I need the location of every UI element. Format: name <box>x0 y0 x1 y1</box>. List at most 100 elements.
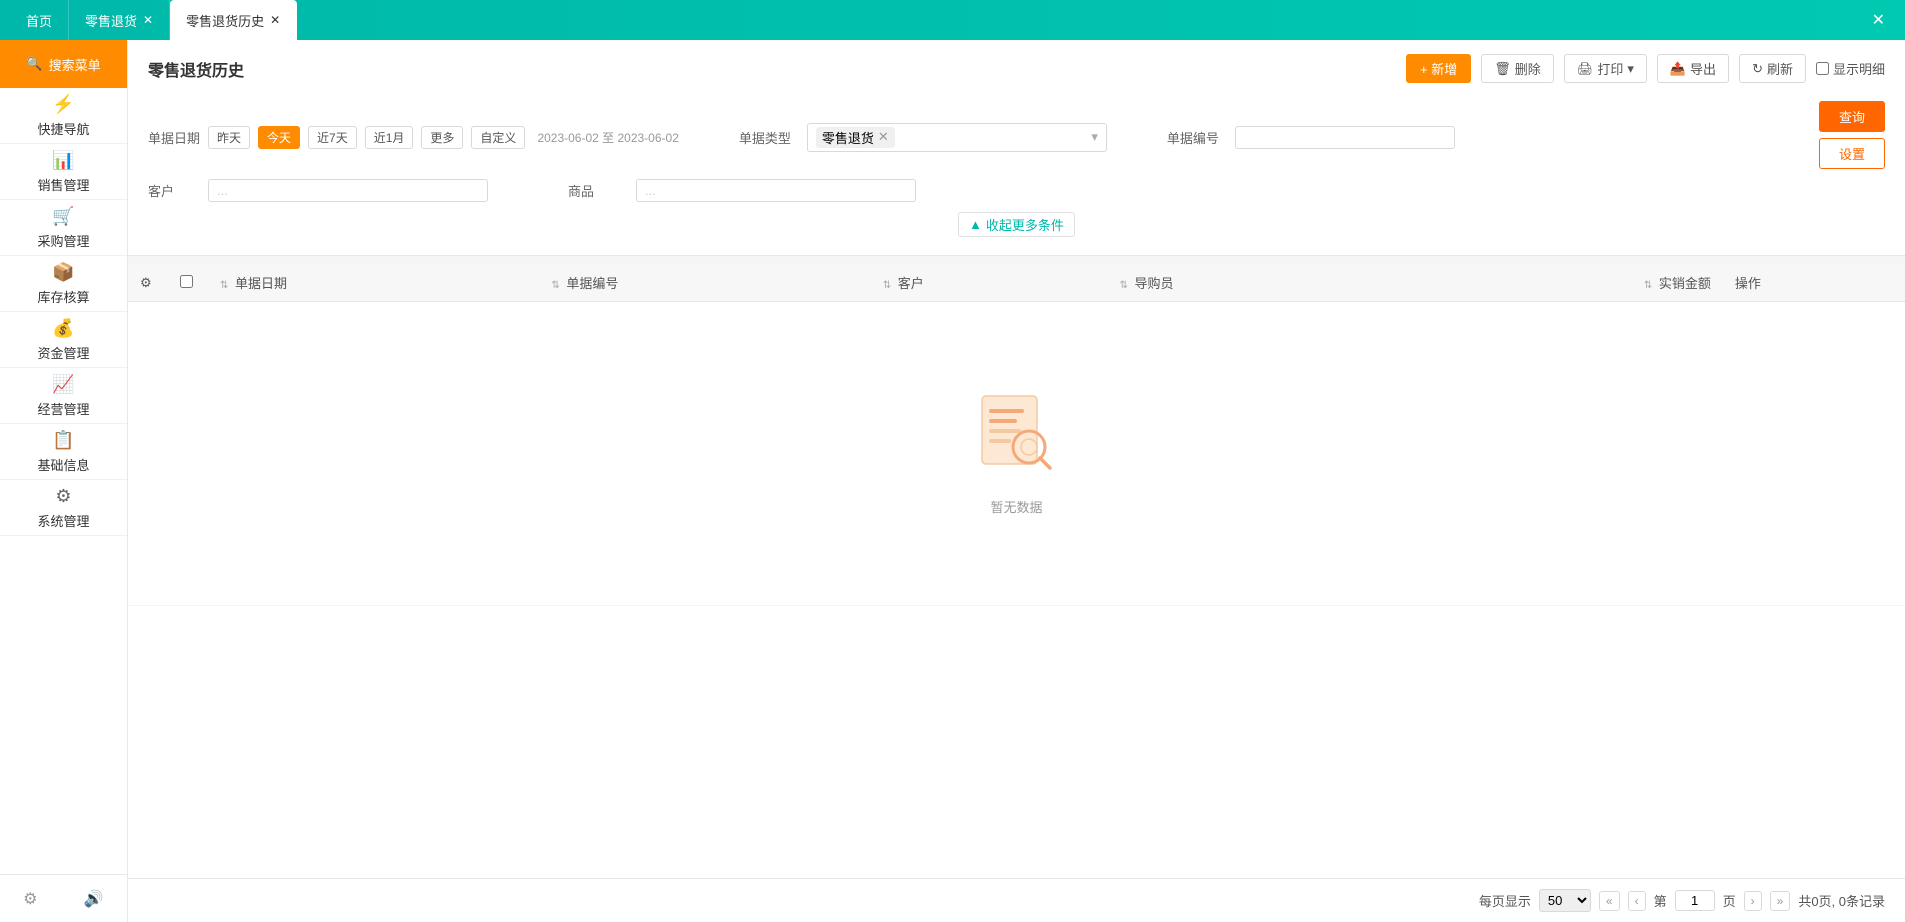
sidebar-search-label: 搜索菜单 <box>49 55 101 74</box>
page-size-select[interactable]: 50 10 20 100 <box>1539 889 1591 912</box>
th-guide-label: 导购员 <box>1134 276 1173 291</box>
sidebar-settings-icon[interactable]: ⚙ <box>23 889 37 909</box>
tab-retail-return-history-label: 零售退货历史 <box>186 11 264 30</box>
th-customer-sort-icon[interactable]: ⇅ <box>883 280 891 291</box>
bill-type-section: 单据类型 零售退货 ✕ ▾ <box>739 123 1107 152</box>
bill-type-chevron: ▾ <box>1091 129 1098 145</box>
page-unit: 页 <box>1723 891 1736 910</box>
tab-home[interactable]: 首页 <box>10 0 69 40</box>
bill-type-tag: 零售退货 ✕ <box>816 127 895 148</box>
th-guide-sort-icon[interactable]: ⇅ <box>1119 280 1127 291</box>
sidebar-item-system[interactable]: ⚙ 系统管理 <box>0 480 127 536</box>
show-detail-label: 显示明细 <box>1833 59 1885 78</box>
bill-type-label: 单据类型 <box>739 128 799 147</box>
customer-filter-label: 客户 <box>148 181 208 200</box>
tab-home-label: 首页 <box>26 11 52 30</box>
sidebar-item-inventory[interactable]: 📦 库存核算 <box>0 256 127 312</box>
tab-retail-return[interactable]: 零售退货 ✕ <box>69 0 170 40</box>
table-body: 暂无数据 <box>128 302 1905 606</box>
first-page-button[interactable]: « <box>1599 891 1620 911</box>
sidebar-item-finance[interactable]: 💰 资金管理 <box>0 312 127 368</box>
query-button[interactable]: 查询 <box>1819 101 1885 132</box>
th-number-label: 单据编号 <box>566 276 618 291</box>
top-bar: 首页 零售退货 ✕ 零售退货历史 ✕ ✕ <box>0 0 1905 40</box>
sidebar-item-finance-label: 资金管理 <box>37 343 89 362</box>
show-detail-checkbox[interactable] <box>1816 62 1829 75</box>
bill-type-select[interactable]: 零售退货 ✕ ▾ <box>807 123 1107 152</box>
th-date-sort-icon[interactable]: ⇅ <box>220 280 228 291</box>
tab-retail-return-close[interactable]: ✕ <box>143 13 153 27</box>
print-chevron: ▾ <box>1627 61 1634 77</box>
delete-label: 删除 <box>1515 59 1541 78</box>
sidebar-item-purchase-label: 采购管理 <box>37 231 89 250</box>
filter-area: 单据日期 昨天 今天 近7天 近1月 更多 自定义 2023-06-02 至 2… <box>148 95 1885 255</box>
th-amount-label: 实销金额 <box>1659 276 1711 291</box>
operation-icon: 📈 <box>52 374 74 395</box>
main-layout: 🔍 搜索菜单 ⚡ 快捷导航 📊 销售管理 🛒 采购管理 📦 库存核算 💰 资金管… <box>0 40 1905 922</box>
th-check[interactable] <box>168 264 208 302</box>
print-button[interactable]: 🖨 打印 ▾ <box>1564 54 1647 83</box>
quick-nav-icon: ⚡ <box>52 94 74 115</box>
tab-retail-return-history-close[interactable]: ✕ <box>270 13 280 27</box>
sidebar-item-inventory-label: 库存核算 <box>37 287 89 306</box>
bill-type-tag-close[interactable]: ✕ <box>878 129 889 145</box>
empty-state-cell: 暂无数据 <box>128 302 1905 606</box>
page-label: 第 <box>1654 891 1667 910</box>
tab-retail-return-history[interactable]: 零售退货历史 ✕ <box>170 0 297 40</box>
sidebar-item-sales-label: 销售管理 <box>37 175 89 194</box>
prev-page-button[interactable]: ‹ <box>1628 891 1646 911</box>
table-header-row: ⚙ ⇅ 单据日期 ⇅ 单据编号 ⇅ 客户 <box>128 264 1905 302</box>
page-number-input[interactable] <box>1675 890 1715 911</box>
pagination-summary: 共0页, 0条记录 <box>1798 891 1885 910</box>
sidebar-item-basic[interactable]: 📋 基础信息 <box>0 424 127 480</box>
sidebar-item-operation[interactable]: 📈 经营管理 <box>0 368 127 424</box>
refresh-icon: ↻ <box>1752 61 1763 77</box>
sidebar-item-sales[interactable]: 📊 销售管理 <box>0 144 127 200</box>
th-customer: ⇅ 客户 <box>871 264 1108 302</box>
sidebar: 🔍 搜索菜单 ⚡ 快捷导航 📊 销售管理 🛒 采购管理 📦 库存核算 💰 资金管… <box>0 40 128 922</box>
inventory-icon: 📦 <box>52 262 74 283</box>
sidebar-search[interactable]: 🔍 搜索菜单 <box>0 40 127 88</box>
date-btn-1month[interactable]: 近1月 <box>365 126 414 149</box>
export-button[interactable]: 📤 导出 <box>1657 54 1729 83</box>
sidebar-item-purchase[interactable]: 🛒 采购管理 <box>0 200 127 256</box>
th-gear[interactable]: ⚙ <box>128 264 168 302</box>
settings-button[interactable]: 设置 <box>1819 138 1885 169</box>
customer-select[interactable]: ... <box>208 179 488 202</box>
delete-button[interactable]: 🗑 删除 <box>1481 54 1554 83</box>
next-page-button[interactable]: › <box>1744 891 1762 911</box>
th-action: 操作 <box>1723 264 1905 302</box>
sidebar-audio-icon[interactable]: 🔊 <box>84 889 104 909</box>
query-settings-col: 查询 设置 <box>1819 101 1885 169</box>
date-btn-custom[interactable]: 自定义 <box>471 126 525 149</box>
date-btn-yesterday[interactable]: 昨天 <box>208 126 250 149</box>
th-number-sort-icon[interactable]: ⇅ <box>551 280 559 291</box>
show-detail-checkbox-label[interactable]: 显示明细 <box>1816 59 1885 78</box>
sidebar-item-quick-nav-label: 快捷导航 <box>37 119 89 138</box>
print-icon: 🖨 <box>1577 61 1594 77</box>
window-close-button[interactable]: ✕ <box>1862 10 1895 30</box>
basic-icon: 📋 <box>52 430 74 451</box>
th-customer-label: 客户 <box>898 276 924 291</box>
sidebar-item-quick-nav[interactable]: ⚡ 快捷导航 <box>0 88 127 144</box>
date-btn-today[interactable]: 今天 <box>258 126 300 149</box>
date-btn-more[interactable]: 更多 <box>421 126 463 149</box>
add-button[interactable]: + 新增 <box>1406 54 1471 83</box>
print-label: 打印 <box>1597 59 1623 78</box>
page-size-label: 每页显示 <box>1479 891 1531 910</box>
tab-retail-return-label: 零售退货 <box>85 11 137 30</box>
bill-number-input[interactable] <box>1235 126 1455 149</box>
pagination-bar: 每页显示 50 10 20 100 « ‹ 第 页 › » 共0页, 0条记录 <box>128 878 1905 922</box>
date-btn-7days[interactable]: 近7天 <box>308 126 357 149</box>
goods-select[interactable]: ... <box>636 179 916 202</box>
th-amount-sort-icon[interactable]: ⇅ <box>1644 280 1652 291</box>
finance-icon: 💰 <box>52 318 74 339</box>
refresh-button[interactable]: ↻ 刷新 <box>1739 54 1806 83</box>
collapse-button[interactable]: ▲ 收起更多条件 <box>958 212 1075 237</box>
th-date-label: 单据日期 <box>235 276 287 291</box>
select-all-checkbox[interactable] <box>180 275 193 288</box>
goods-label: 商品 <box>568 181 628 200</box>
sales-icon: 📊 <box>52 150 74 171</box>
last-page-button[interactable]: » <box>1770 891 1791 911</box>
th-date: ⇅ 单据日期 <box>208 264 539 302</box>
